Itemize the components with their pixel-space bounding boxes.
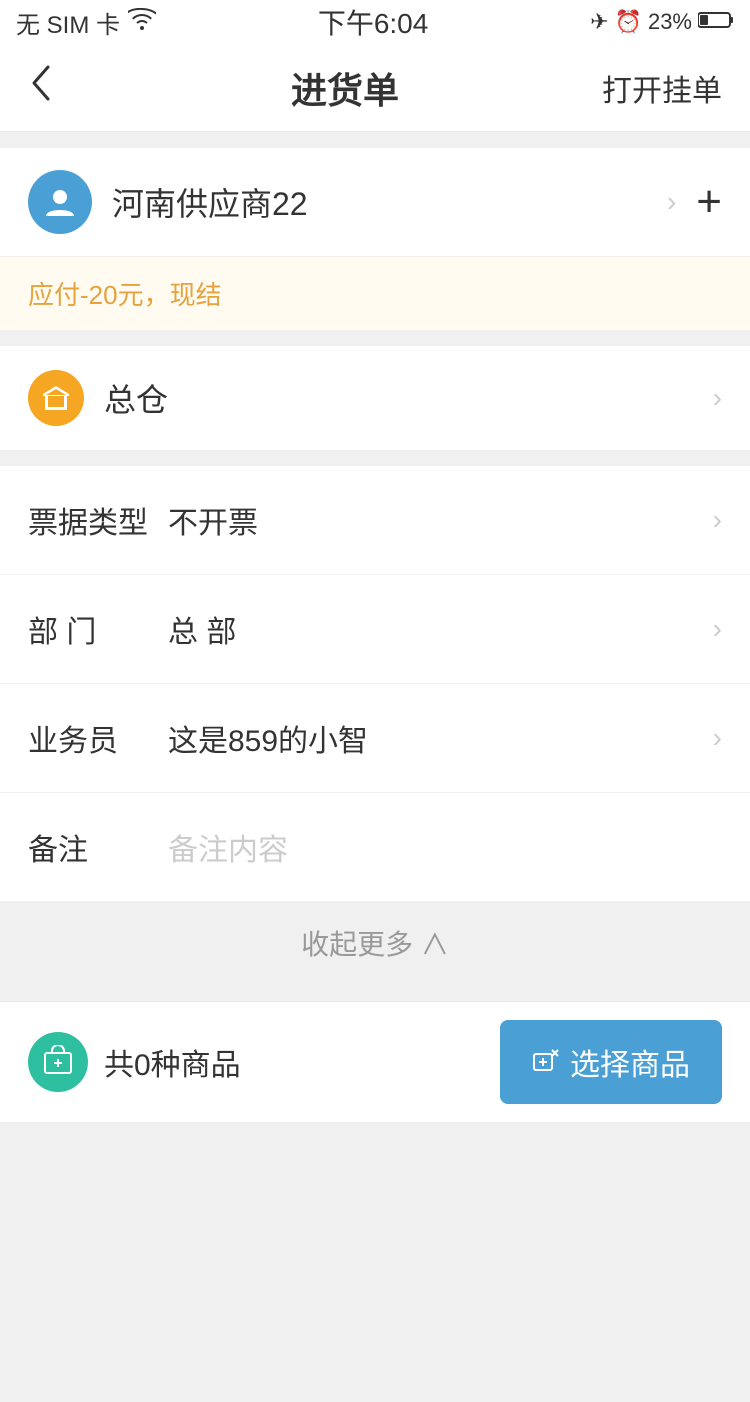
form-section: 票据类型 不开票 › 部 门 总 部 › 业务员 这是859的小智 › 备注 备… [0,466,750,901]
warehouse-chevron-icon: › [713,382,722,414]
alarm-icon: ⏰ [615,9,642,35]
status-time: 下午6:04 [318,2,429,42]
warehouse-section[interactable]: 总仓 › [0,346,750,450]
page-title: 进货单 [291,62,399,114]
status-bar: 无 SIM 卡 下午6:04 ✈ ⏰ 23% [0,0,750,44]
background-fill [0,1122,750,1402]
remark-input[interactable]: 备注内容 [168,825,722,869]
salesperson-row[interactable]: 业务员 这是859的小智 › [0,683,750,792]
location-icon: ✈ [590,9,608,35]
battery-icon [698,9,734,35]
product-bar: 共0种商品 选择商品 [0,1001,750,1122]
collapse-bar[interactable]: 收起更多 ∧ [0,901,750,985]
status-right: ✈ ⏰ 23% [590,9,734,35]
battery-percent: 23% [648,9,692,35]
notice-text: 应付-20元，现结 [28,280,222,310]
salesperson-chevron-icon: › [713,722,722,754]
select-product-label: 选择商品 [570,1040,690,1084]
invoice-type-value: 不开票 [168,498,713,542]
notice-bar: 应付-20元，现结 [0,257,750,330]
product-icon [28,1032,88,1092]
warehouse-row[interactable]: 总仓 › [0,346,750,450]
invoice-type-label: 票据类型 [28,498,168,542]
supplier-chevron-icon: › [667,186,676,218]
select-product-button[interactable]: 选择商品 [500,1020,722,1104]
remark-label: 备注 [28,825,168,869]
invoice-type-chevron-icon: › [713,504,722,536]
remark-row[interactable]: 备注 备注内容 [0,792,750,901]
warehouse-icon [28,370,84,426]
department-label: 部 门 [28,607,168,651]
supplier-name: 河南供应商22 [112,179,667,225]
add-supplier-button[interactable]: + [696,180,722,224]
salesperson-value: 这是859的小智 [168,716,713,760]
supplier-row[interactable]: 河南供应商22 › + [0,148,750,257]
carrier-label: 无 SIM 卡 [16,5,120,40]
section-gap-3 [0,450,750,466]
invoice-type-row[interactable]: 票据类型 不开票 › [0,466,750,574]
section-gap-4 [0,985,750,1001]
supplier-section: 河南供应商22 › + 应付-20元，现结 [0,148,750,330]
department-value: 总 部 [168,607,713,651]
supplier-avatar [28,170,92,234]
collapse-label: 收起更多 ∧ [301,929,449,960]
status-left: 无 SIM 卡 [16,5,156,40]
section-gap-1 [0,132,750,148]
section-gap-2 [0,330,750,346]
salesperson-label: 业务员 [28,716,168,760]
department-chevron-icon: › [713,613,722,645]
nav-bar: 进货单 打开挂单 [0,44,750,132]
open-pending-button[interactable]: 打开挂单 [602,66,722,110]
wifi-icon [128,8,156,37]
back-button[interactable] [28,63,88,112]
warehouse-name: 总仓 [104,375,713,421]
product-count-label: 共0种商品 [104,1040,500,1084]
department-row[interactable]: 部 门 总 部 › [0,574,750,683]
